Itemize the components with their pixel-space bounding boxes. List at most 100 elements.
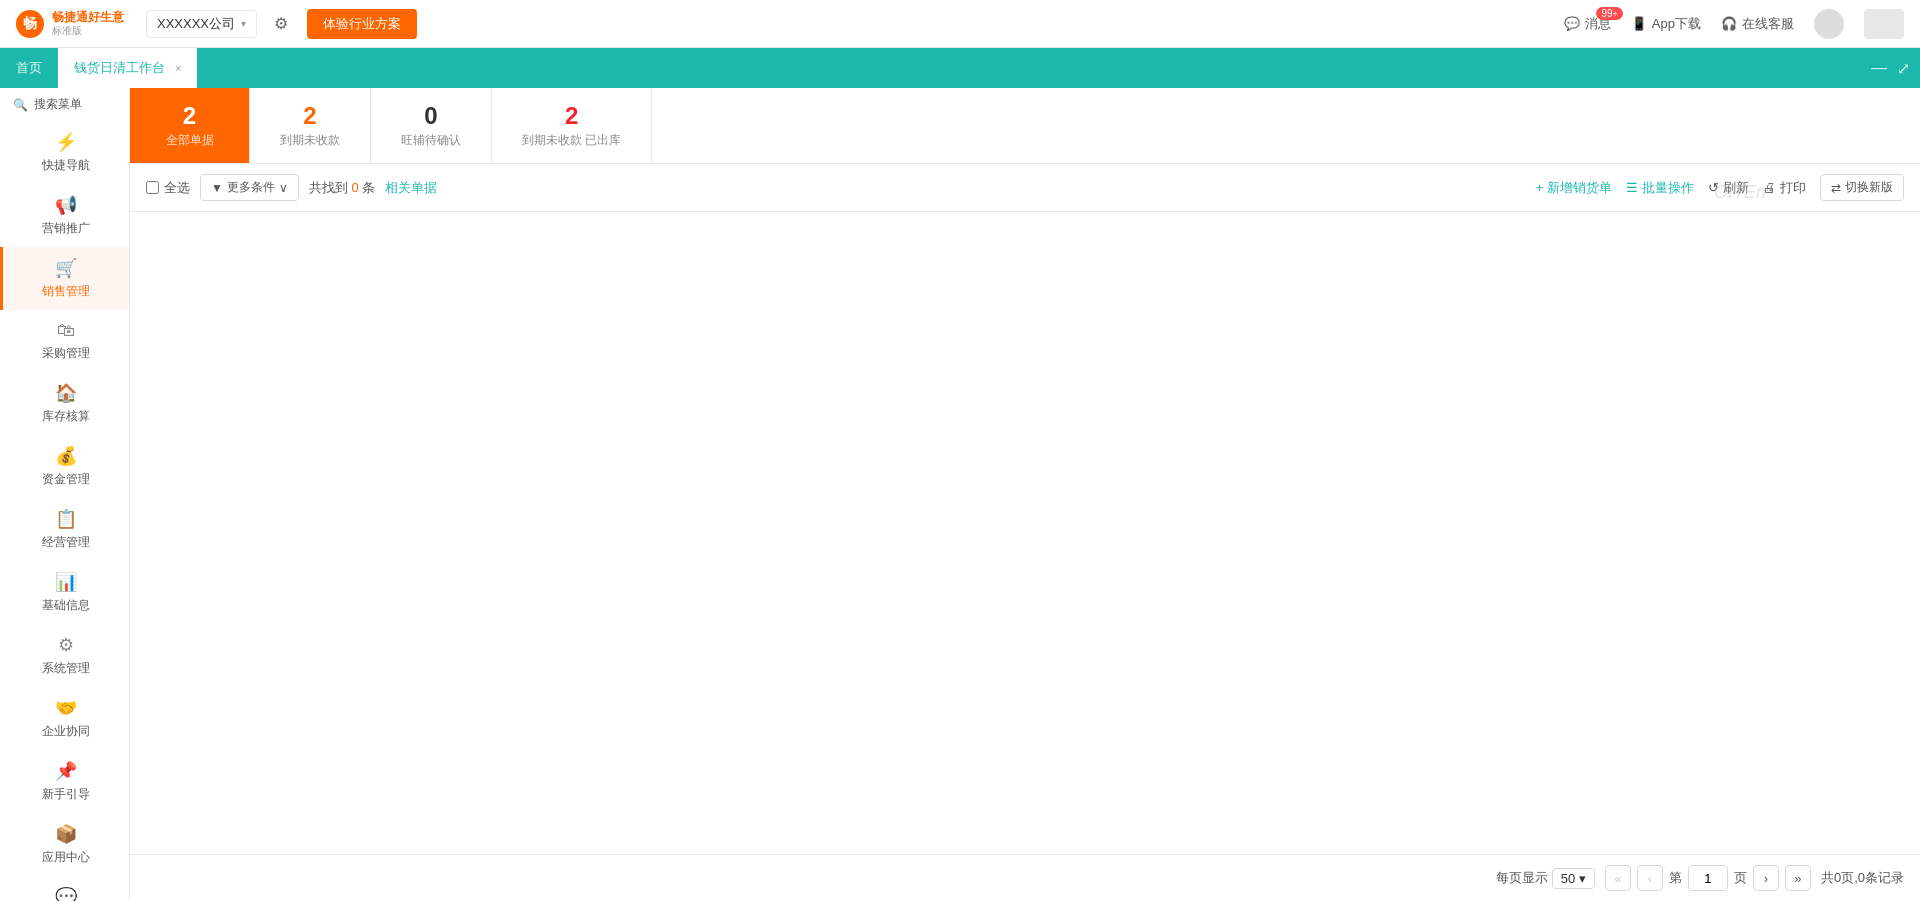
found-count: 0 (352, 180, 359, 195)
nav-tabs-bar: 首页 钱货日清工作台 × — ⤢ (0, 48, 1920, 88)
print-button[interactable]: 🖨 打印 (1763, 179, 1806, 197)
marketing-label: 营销推广 (42, 220, 90, 237)
capital-label: 资金管理 (42, 471, 90, 488)
stat-not-shipped-num: 2 (565, 102, 578, 130)
toolbar-right: + 新增销货单 ☰ 批量操作 ↺ 刷新 🖨 打印 ⇄ 切换新版 (1536, 174, 1904, 201)
tab-active[interactable]: 钱货日清工作台 × (58, 48, 197, 88)
basic-info-label: 基础信息 (42, 597, 90, 614)
online-service-button[interactable]: 🎧 在线客服 (1721, 15, 1794, 33)
message-icon: 💬 (1564, 16, 1580, 31)
refresh-icon: ↺ (1708, 180, 1719, 195)
page-label-suffix: 页 (1734, 869, 1747, 887)
stat-pending-num: 0 (424, 102, 437, 130)
settings-button[interactable]: ⚙ (267, 10, 295, 38)
select-all-input[interactable] (146, 181, 159, 194)
tab-home[interactable]: 首页 (0, 48, 58, 88)
stat-overdue-not-shipped[interactable]: 2 到期未收款 已出库 (492, 88, 652, 163)
logo-sub: 标准版 (52, 25, 124, 37)
prev-page-button[interactable]: ‹ (1637, 865, 1663, 891)
sidebar-item-enterprise[interactable]: 🤝 企业协同 (0, 687, 129, 750)
filter-button[interactable]: ▼ 更多条件 ∨ (200, 174, 299, 201)
sidebar-item-sys-mgmt[interactable]: ⚙ 系统管理 (0, 624, 129, 687)
batch-label: 批量操作 (1642, 179, 1694, 197)
batch-operation-button[interactable]: ☰ 批量操作 (1626, 179, 1694, 197)
sidebar-item-quick-nav[interactable]: ⚡ 快捷导航 (0, 121, 129, 184)
avatar-name[interactable] (1864, 9, 1904, 39)
app-download-button[interactable]: 📱 App下载 (1631, 15, 1701, 33)
basic-info-icon: 📊 (55, 571, 77, 593)
sidebar-item-marketing[interactable]: 📢 营销推广 (0, 184, 129, 247)
print-label: 打印 (1780, 179, 1806, 197)
company-name: XXXXXX公司 (157, 15, 235, 33)
inventory-label: 库存核算 (42, 408, 90, 425)
refresh-button[interactable]: ↺ 刷新 (1708, 179, 1749, 197)
stat-all-num: 2 (183, 102, 196, 130)
page-size-selector: 每页显示 50 ▾ (1496, 868, 1595, 889)
sidebar: 🔍 搜索菜单 ⚡ 快捷导航 📢 营销推广 🛒 销售管理 🛍 采购管理 🏠 库存核… (0, 88, 130, 901)
filter-icon: ▼ (211, 181, 223, 195)
stat-pending-confirm[interactable]: 0 旺辅待确认 (371, 88, 492, 163)
messages-badge: 99+ (1596, 7, 1622, 20)
app-download-label: App下载 (1652, 15, 1701, 33)
next-page-button[interactable]: › (1753, 865, 1779, 891)
table-area (130, 212, 1920, 854)
tab-minimize-icon[interactable]: — (1871, 59, 1887, 77)
quick-nav-label: 快捷导航 (42, 157, 90, 174)
active-tab-label: 钱货日清工作台 (74, 59, 165, 77)
add-sales-button[interactable]: + 新增销货单 (1536, 179, 1612, 197)
operations-icon: 📋 (55, 508, 77, 530)
last-page-button[interactable]: » (1785, 865, 1811, 891)
related-records-link[interactable]: 相关单据 (385, 179, 437, 197)
sidebar-search[interactable]: 🔍 搜索菜单 (0, 88, 129, 121)
page-number-input[interactable] (1688, 865, 1728, 891)
sidebar-item-enterprise-wx[interactable]: 💬 企业微信 (0, 876, 129, 901)
logo-icon: 畅 (16, 10, 44, 38)
select-all-checkbox[interactable]: 全选 (146, 179, 190, 197)
select-arrow: ▾ (1579, 871, 1586, 886)
pagination-bar: 每页显示 50 ▾ « ‹ 第 页 › » 共0页,0条记录 (130, 854, 1920, 901)
sidebar-item-operations[interactable]: 📋 经营管理 (0, 498, 129, 561)
sidebar-item-capital[interactable]: 💰 资金管理 (0, 435, 129, 498)
batch-icon: ☰ (1626, 180, 1638, 195)
per-page-label: 每页显示 (1496, 869, 1548, 887)
sidebar-item-app-center[interactable]: 📦 应用中心 (0, 813, 129, 876)
purchase-label: 采购管理 (42, 345, 90, 362)
enterprise-wx-icon: 💬 (55, 886, 77, 901)
top-header: 畅 畅捷通好生意 标准版 XXXXXX公司 ▾ ⚙ 体验行业方案 💬 消息 99… (0, 0, 1920, 48)
sidebar-item-basic-info[interactable]: 📊 基础信息 (0, 561, 129, 624)
per-page-select[interactable]: 50 ▾ (1552, 868, 1595, 889)
stat-overdue-label: 到期未收款 (280, 132, 340, 149)
company-selector[interactable]: XXXXXX公司 ▾ (146, 10, 257, 38)
tab-maximize-icon[interactable]: ⤢ (1897, 59, 1910, 78)
messages-button[interactable]: 💬 消息 99+ (1564, 15, 1611, 33)
trial-button[interactable]: 体验行业方案 (307, 9, 417, 39)
company-dropdown-arrow: ▾ (241, 18, 246, 29)
total-records-label: 共0页,0条记录 (1821, 869, 1904, 887)
sidebar-item-inventory[interactable]: 🏠 库存核算 (0, 372, 129, 435)
newbie-icon: 📌 (55, 760, 77, 782)
switch-version-button[interactable]: ⇄ 切换新版 (1820, 174, 1904, 201)
enterprise-label: 企业协同 (42, 723, 90, 740)
sidebar-item-sales[interactable]: 🛒 销售管理 (0, 247, 129, 310)
switch-label: 切换新版 (1845, 179, 1893, 196)
first-page-button[interactable]: « (1605, 865, 1631, 891)
tab-close-icon[interactable]: × (175, 62, 181, 74)
enterprise-icon: 🤝 (55, 697, 77, 719)
inventory-icon: 🏠 (55, 382, 77, 404)
stat-all-label: 全部单据 (166, 132, 214, 149)
stat-all[interactable]: 2 全部单据 (130, 88, 250, 163)
sidebar-item-purchase[interactable]: 🛍 采购管理 (0, 310, 129, 372)
filter-arrow: ∨ (279, 181, 288, 195)
capital-icon: 💰 (55, 445, 77, 467)
add-label: + 新增销货单 (1536, 179, 1612, 197)
main-layout: 🔍 搜索菜单 ⚡ 快捷导航 📢 营销推广 🛒 销售管理 🛍 采购管理 🏠 库存核… (0, 88, 1920, 901)
toolbar-left: 全选 ▼ 更多条件 ∨ 共找到 0 条 相关单据 (146, 174, 437, 201)
app-center-icon: 📦 (55, 823, 77, 845)
sidebar-item-newbie[interactable]: 📌 新手引导 (0, 750, 129, 813)
avatar[interactable] (1814, 9, 1844, 39)
home-label: 首页 (16, 59, 42, 77)
operations-label: 经营管理 (42, 534, 90, 551)
filter-label: 更多条件 (227, 179, 275, 196)
stat-overdue-uncollected[interactable]: 2 到期未收款 (250, 88, 371, 163)
page-label-prefix: 第 (1669, 869, 1682, 887)
